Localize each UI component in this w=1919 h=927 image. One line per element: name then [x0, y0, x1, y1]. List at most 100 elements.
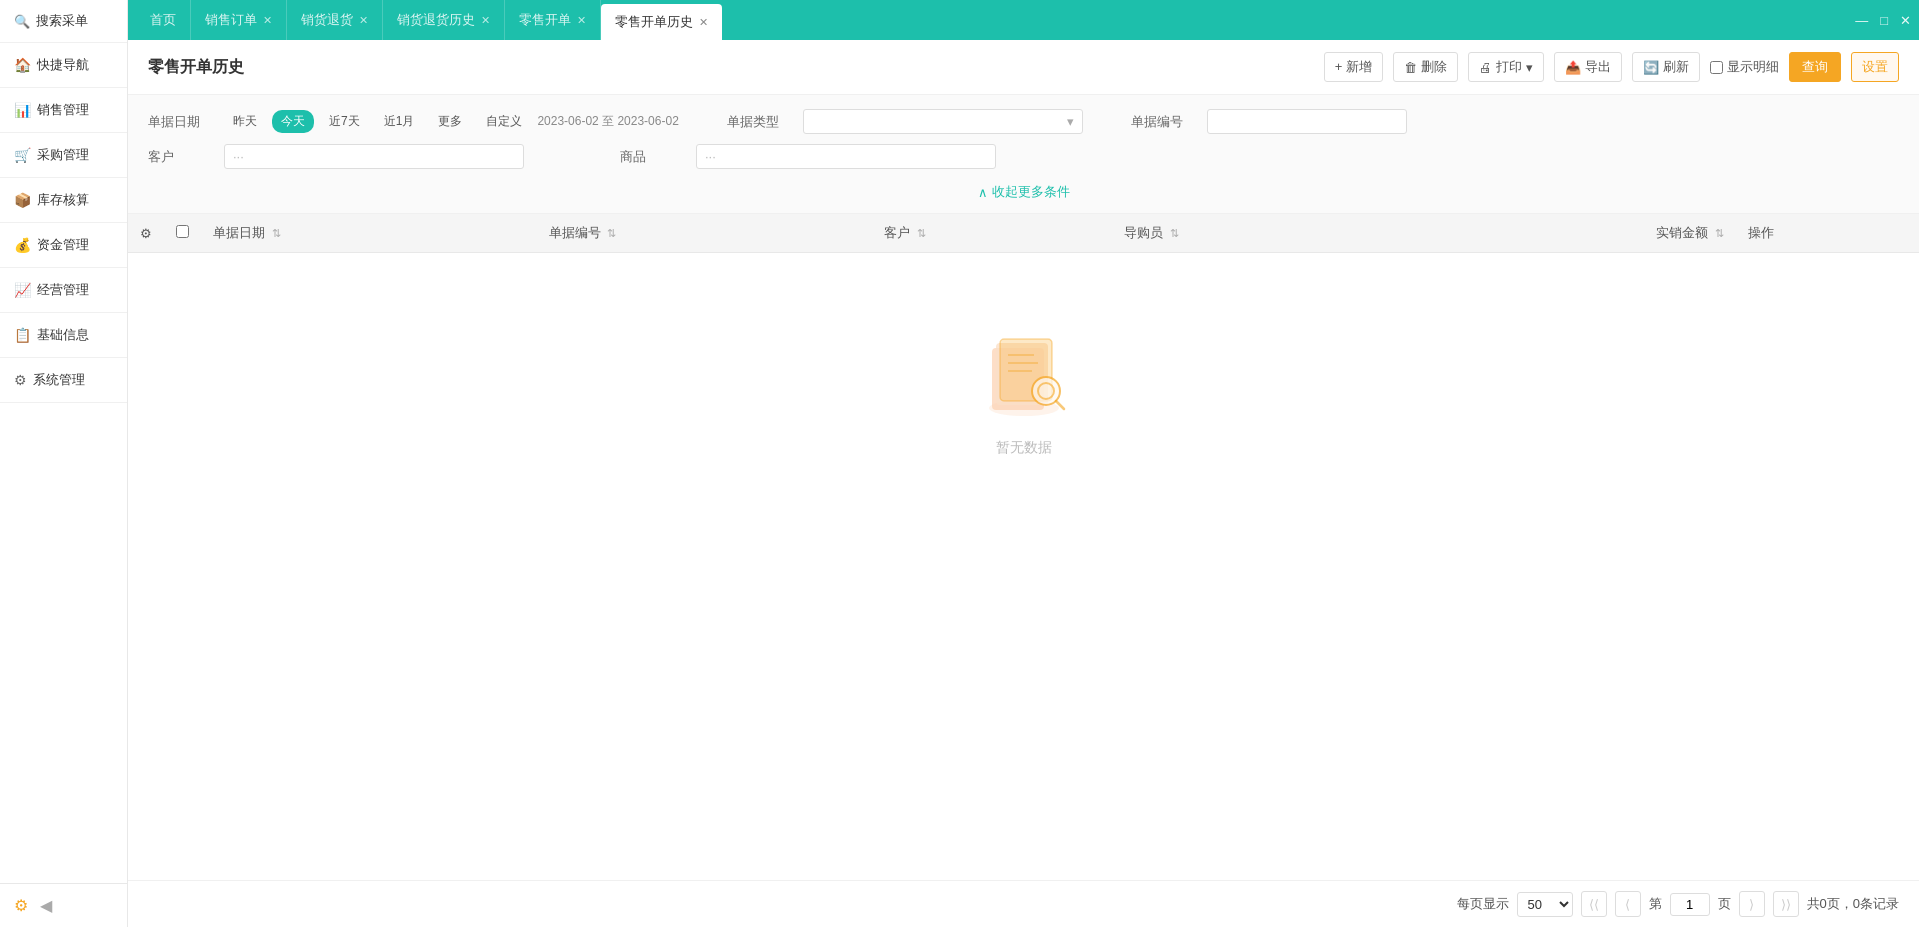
minimize-btn[interactable]: — [1855, 13, 1868, 28]
tab-sales-return-label: 销货退货 [301, 11, 353, 29]
prev-page-btn[interactable]: ⟨ [1615, 891, 1641, 917]
sidebar-item-label: 库存核算 [37, 191, 89, 209]
th-date-sort-icon[interactable]: ⇅ [272, 227, 281, 239]
tab-sales-return-close[interactable]: ✕ [359, 14, 368, 27]
order-no-input[interactable] [1207, 109, 1407, 134]
tab-sales-return-history-close[interactable]: ✕ [481, 14, 490, 27]
page-header: 零售开单历史 + 新增 🗑 删除 🖨 打印 ▾ 📤 导出 [128, 40, 1919, 95]
data-table: ⚙ 单据日期 ⇅ 单据编号 ⇅ [128, 214, 1919, 253]
refresh-button[interactable]: 🔄 刷新 [1632, 52, 1700, 82]
box-icon: 📦 [14, 192, 31, 208]
customer-select-dots: ··· [233, 149, 244, 164]
date-custom[interactable]: 自定义 [477, 109, 531, 134]
show-detail-checkbox[interactable] [1710, 61, 1723, 74]
th-customer-sort-icon[interactable]: ⇅ [917, 227, 926, 239]
delete-label: 删除 [1421, 58, 1447, 76]
product-select[interactable]: ··· [696, 144, 996, 169]
sidebar-item-basic-info[interactable]: 📋 基础信息 [0, 313, 127, 358]
collapse-sidebar-icon[interactable]: ◀ [40, 896, 52, 915]
sidebar-search-label: 搜索采单 [36, 12, 88, 30]
sidebar-item-purchase-mgmt[interactable]: 🛒 采购管理 [0, 133, 127, 178]
search-icon: 🔍 [14, 14, 30, 29]
type-select[interactable]: ▾ [803, 109, 1083, 134]
export-icon: 📤 [1565, 60, 1581, 75]
sidebar-item-quick-nav[interactable]: 🏠 快捷导航 [0, 43, 127, 88]
tab-sales-return-history[interactable]: 销货退货历史 ✕ [383, 0, 505, 40]
customer-select[interactable]: ··· [224, 144, 524, 169]
date-more[interactable]: 更多 [429, 109, 471, 134]
last-page-btn[interactable]: ⟩⟩ [1773, 891, 1799, 917]
money-icon: 💰 [14, 237, 31, 253]
sidebar-item-sys-mgmt[interactable]: ⚙ 系统管理 [0, 358, 127, 403]
tab-home[interactable]: 首页 [136, 0, 191, 40]
empty-text: 暂无数据 [996, 439, 1052, 457]
th-order-no[interactable]: 单据编号 ⇅ [537, 214, 873, 253]
sidebar-item-label: 采购管理 [37, 146, 89, 164]
th-customer[interactable]: 客户 ⇅ [872, 214, 1112, 253]
print-arrow-icon: ▾ [1526, 60, 1533, 75]
tab-sales-order[interactable]: 销售订单 ✕ [191, 0, 287, 40]
close-btn[interactable]: ✕ [1900, 13, 1911, 28]
th-customer-label: 客户 [884, 225, 910, 240]
print-button[interactable]: 🖨 打印 ▾ [1468, 52, 1544, 82]
th-amount-sort-icon[interactable]: ⇅ [1715, 227, 1724, 239]
sidebar-item-sales-mgmt[interactable]: 📊 销售管理 [0, 88, 127, 133]
th-amount-label: 实销金额 [1656, 225, 1708, 240]
table-container: ⚙ 单据日期 ⇅ 单据编号 ⇅ [128, 214, 1919, 880]
page-size-select[interactable]: 10 20 50 100 [1517, 892, 1573, 917]
th-date[interactable]: 单据日期 ⇅ [201, 214, 537, 253]
page-unit-label: 页 [1718, 895, 1731, 913]
tab-retail-history-label: 零售开单历史 [615, 13, 693, 31]
date-label: 单据日期 [148, 113, 208, 131]
filter-row-1: 单据日期 昨天 今天 近7天 近1月 更多 自定义 2023-06-02 至 2… [148, 109, 1899, 134]
sidebar-search[interactable]: 🔍 搜索采单 [0, 0, 127, 43]
show-detail-label: 显示明细 [1727, 58, 1779, 76]
sidebar-item-finance[interactable]: 💰 资金管理 [0, 223, 127, 268]
tab-sales-return[interactable]: 销货退货 ✕ [287, 0, 383, 40]
doc-icon: 📋 [14, 327, 31, 343]
th-salesperson[interactable]: 导购员 ⇅ [1112, 214, 1400, 253]
show-detail-checkbox-label[interactable]: 显示明细 [1710, 58, 1779, 76]
tab-retail-history[interactable]: 零售开单历史 ✕ [601, 4, 722, 40]
date-yesterday[interactable]: 昨天 [224, 109, 266, 134]
th-settings[interactable]: ⚙ [128, 214, 164, 253]
date-7days[interactable]: 近7天 [320, 109, 369, 134]
sidebar-item-label: 系统管理 [33, 371, 85, 389]
tab-retail-open-close[interactable]: ✕ [577, 14, 586, 27]
date-today[interactable]: 今天 [272, 110, 314, 133]
toolbar: + 新增 🗑 删除 🖨 打印 ▾ 📤 导出 🔄 刷新 [1324, 52, 1899, 82]
query-button[interactable]: 查询 [1789, 52, 1841, 82]
add-button[interactable]: + 新增 [1324, 52, 1383, 82]
tab-retail-history-close[interactable]: ✕ [699, 16, 708, 29]
page-number-input[interactable] [1670, 893, 1710, 916]
print-icon: 🖨 [1479, 60, 1492, 75]
next-page-btn[interactable]: ⟩ [1739, 891, 1765, 917]
maximize-btn[interactable]: □ [1880, 13, 1888, 28]
tab-sales-order-close[interactable]: ✕ [263, 14, 272, 27]
delete-button[interactable]: 🗑 删除 [1393, 52, 1458, 82]
collapse-label: 收起更多条件 [992, 183, 1070, 201]
print-label: 打印 [1496, 58, 1522, 76]
th-order-no-sort-icon[interactable]: ⇅ [607, 227, 616, 239]
first-page-btn[interactable]: ⟨⟨ [1581, 891, 1607, 917]
collapse-btn[interactable]: ∧ 收起更多条件 [148, 179, 1899, 205]
operations-icon: 📈 [14, 282, 31, 298]
select-all-checkbox[interactable] [176, 225, 189, 238]
settings-icon[interactable]: ⚙ [14, 896, 28, 915]
date-1month[interactable]: 近1月 [375, 109, 424, 134]
th-amount[interactable]: 实销金额 ⇅ [1400, 214, 1736, 253]
table-settings-icon[interactable]: ⚙ [140, 226, 152, 241]
sidebar-item-operations[interactable]: 📈 经营管理 [0, 268, 127, 313]
tab-retail-open[interactable]: 零售开单 ✕ [505, 0, 601, 40]
sidebar-item-label: 资金管理 [37, 236, 89, 254]
th-order-no-label: 单据编号 [549, 225, 601, 240]
settings-button[interactable]: 设置 [1851, 52, 1899, 82]
tab-home-label: 首页 [150, 11, 176, 29]
th-action-label: 操作 [1748, 225, 1774, 240]
th-salesperson-sort-icon[interactable]: ⇅ [1170, 227, 1179, 239]
export-label: 导出 [1585, 58, 1611, 76]
tab-sales-return-history-label: 销货退货历史 [397, 11, 475, 29]
export-button[interactable]: 📤 导出 [1554, 52, 1622, 82]
th-checkbox[interactable] [164, 214, 201, 253]
sidebar-item-inventory[interactable]: 📦 库存核算 [0, 178, 127, 223]
